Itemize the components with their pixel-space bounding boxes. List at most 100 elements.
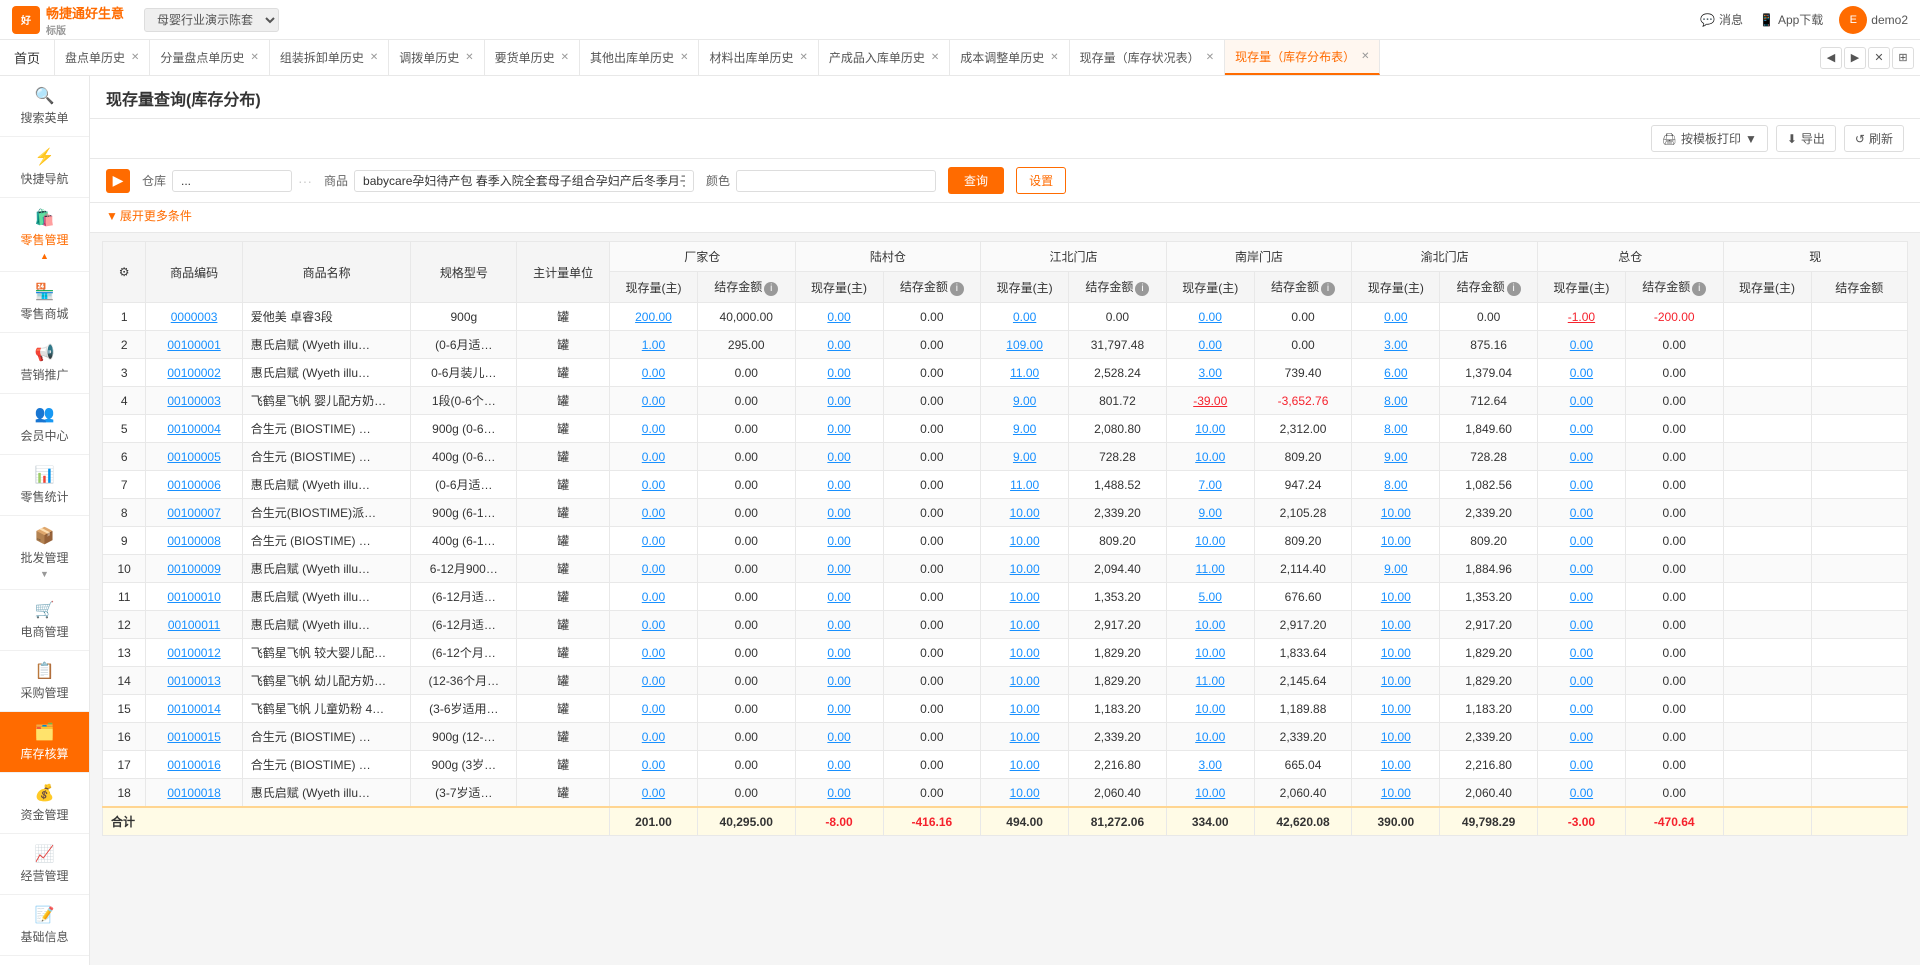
warehouse-input[interactable] bbox=[172, 170, 292, 192]
code-link[interactable]: 00100004 bbox=[167, 422, 220, 436]
sidebar-item-system-mgmt[interactable]: ⚙️ 系统管理 bbox=[0, 956, 89, 965]
info-icon[interactable]: i bbox=[764, 282, 778, 296]
sidebar-item-marketing[interactable]: 📢 营销推广 bbox=[0, 333, 89, 394]
app-download-btn[interactable]: 📱 App下载 bbox=[1759, 11, 1823, 28]
product-input[interactable] bbox=[354, 170, 694, 192]
code-link[interactable]: 00100018 bbox=[167, 786, 220, 800]
nav-tab-分量盘点单历史[interactable]: 分量盘点单历史 ✕ bbox=[150, 40, 269, 75]
sidebar-item-operation[interactable]: 📈 经营管理 bbox=[0, 834, 89, 895]
setting-btn[interactable]: 设置 bbox=[1016, 167, 1066, 194]
code-link[interactable]: 00100010 bbox=[167, 590, 220, 604]
cell-w3-money: 809.20 bbox=[1069, 527, 1167, 555]
industry-selector[interactable]: 母婴行业演示陈套 bbox=[144, 8, 279, 32]
cell-w5-money: 1,183.20 bbox=[1440, 695, 1538, 723]
cell-name: 惠氏启赋 (Wyeth illu… bbox=[242, 471, 411, 499]
cell-w1-money: 0.00 bbox=[697, 471, 795, 499]
code-link[interactable]: 00100014 bbox=[167, 702, 220, 716]
sidebar-item-inventory[interactable]: 🗂️ 库存核算 bbox=[0, 712, 89, 773]
toolbar: 🖨 按模板打印 ▼ ⬇ 导出 ↺ 刷新 bbox=[90, 119, 1920, 159]
sidebar-item-retail-stats[interactable]: 📊 零售统计 bbox=[0, 455, 89, 516]
sidebar-item-retail-mgmt[interactable]: 🛍️ 零售管理 ▲ bbox=[0, 198, 89, 272]
close-tab-icon[interactable]: ✕ bbox=[250, 52, 258, 63]
cell-w2-stock: 0.00 bbox=[795, 443, 883, 471]
cell-total-money: 0.00 bbox=[1625, 331, 1723, 359]
nav-tab-现存量库存分布表[interactable]: 现存量（库存分布表） ✕ bbox=[1225, 40, 1380, 75]
sidebar-item-shortcut[interactable]: ⚡ 快捷导航 bbox=[0, 137, 89, 198]
sidebar-item-search[interactable]: 🔍 搜索英单 bbox=[0, 76, 89, 137]
close-tab-icon[interactable]: ✕ bbox=[131, 52, 139, 63]
expand-conditions-btn[interactable]: ▼ 展开更多条件 bbox=[106, 207, 1904, 224]
export-btn[interactable]: ⬇ 导出 bbox=[1776, 125, 1836, 152]
th-w3-stock: 现存量(主) bbox=[981, 272, 1069, 303]
close-tab-icon[interactable]: ✕ bbox=[799, 52, 807, 63]
code-link[interactable]: 0000003 bbox=[171, 310, 218, 324]
sidebar-item-basic-info[interactable]: 📝 基础信息 bbox=[0, 895, 89, 956]
cell-w3-money: 31,797.48 bbox=[1069, 331, 1167, 359]
nav-prev-btn[interactable]: ◀ bbox=[1820, 47, 1842, 69]
info-icon[interactable]: i bbox=[1692, 282, 1706, 296]
nav-tab-调拨单历史[interactable]: 调拨单历史 ✕ bbox=[389, 40, 484, 75]
purchase-icon: 📋 bbox=[35, 661, 55, 681]
code-link[interactable]: 00100008 bbox=[167, 534, 220, 548]
code-link[interactable]: 00100003 bbox=[167, 394, 220, 408]
nav-tab-产成品入库单历史[interactable]: 产成品入库单历史 ✕ bbox=[819, 40, 950, 75]
th-settings[interactable]: ⚙ bbox=[103, 242, 146, 303]
close-tab-icon[interactable]: ✕ bbox=[465, 52, 473, 63]
code-link[interactable]: 00100012 bbox=[167, 646, 220, 660]
code-link[interactable]: 00100015 bbox=[167, 730, 220, 744]
nav-tab-成本调整单历史[interactable]: 成本调整单历史 ✕ bbox=[950, 40, 1069, 75]
close-tab-icon[interactable]: ✕ bbox=[1361, 51, 1369, 62]
code-link[interactable]: 00100007 bbox=[167, 506, 220, 520]
sidebar-item-ecommerce[interactable]: 🛒 电商管理 bbox=[0, 590, 89, 651]
nav-tab-其他出库单历史[interactable]: 其他出库单历史 ✕ bbox=[580, 40, 699, 75]
nav-close-btn[interactable]: ✕ bbox=[1868, 47, 1890, 69]
user-menu[interactable]: E demo2 bbox=[1839, 6, 1908, 34]
nav-tab-材料出库单历史[interactable]: 材料出库单历史 ✕ bbox=[699, 40, 818, 75]
sidebar-item-wholesale-mgmt[interactable]: 📦 批发管理 ▼ bbox=[0, 516, 89, 590]
summary-label: 合计 bbox=[103, 807, 610, 836]
close-tab-icon[interactable]: ✕ bbox=[931, 52, 939, 63]
cell-spec: (0-6月适… bbox=[411, 471, 517, 499]
code-link[interactable]: 00100016 bbox=[167, 758, 220, 772]
filter-toggle-btn[interactable]: ▶ bbox=[106, 169, 130, 193]
print-btn[interactable]: 🖨 按模板打印 ▼ bbox=[1651, 125, 1768, 152]
code-link[interactable]: 00100013 bbox=[167, 674, 220, 688]
nav-tab-组装拆卸单历史[interactable]: 组装拆卸单历史 ✕ bbox=[270, 40, 389, 75]
info-icon[interactable]: i bbox=[1135, 282, 1149, 296]
nav-home[interactable]: 首页 bbox=[0, 40, 55, 75]
info-icon[interactable]: i bbox=[1507, 282, 1521, 296]
cell-total-stock: 0.00 bbox=[1537, 527, 1625, 555]
sidebar-item-retail-shop[interactable]: 🏪 零售商城 bbox=[0, 272, 89, 333]
color-input[interactable] bbox=[736, 170, 936, 192]
query-btn[interactable]: 查询 bbox=[948, 167, 1004, 194]
close-tab-icon[interactable]: ✕ bbox=[680, 52, 688, 63]
refresh-btn[interactable]: ↺ 刷新 bbox=[1844, 125, 1904, 152]
info-icon[interactable]: i bbox=[1321, 282, 1335, 296]
sidebar-item-finance[interactable]: 💰 资金管理 bbox=[0, 773, 89, 834]
code-link[interactable]: 00100011 bbox=[168, 618, 221, 632]
cell-w3-money: 1,829.20 bbox=[1069, 667, 1167, 695]
th-w3-money: 结存金额i bbox=[1069, 272, 1167, 303]
nav-tab-现存量库存状况表[interactable]: 现存量（库存状况表） ✕ bbox=[1070, 40, 1225, 75]
code-link[interactable]: 00100006 bbox=[167, 478, 220, 492]
close-tab-icon[interactable]: ✕ bbox=[1206, 52, 1214, 63]
cell-current-money bbox=[1811, 779, 1908, 808]
code-link[interactable]: 00100005 bbox=[167, 450, 220, 464]
nav-tab-要货单历史[interactable]: 要货单历史 ✕ bbox=[485, 40, 580, 75]
nav-next-btn[interactable]: ▶ bbox=[1844, 47, 1866, 69]
close-tab-icon[interactable]: ✕ bbox=[370, 52, 378, 63]
code-link[interactable]: 00100009 bbox=[167, 562, 220, 576]
cell-w2-money: 0.00 bbox=[883, 751, 981, 779]
sidebar-item-member-center[interactable]: 👥 会员中心 bbox=[0, 394, 89, 455]
close-tab-icon[interactable]: ✕ bbox=[561, 52, 569, 63]
info-icon[interactable]: i bbox=[950, 282, 964, 296]
cell-spec: (3-7岁适… bbox=[411, 779, 517, 808]
code-link[interactable]: 00100001 bbox=[167, 338, 220, 352]
export-label: 导出 bbox=[1801, 130, 1825, 147]
close-tab-icon[interactable]: ✕ bbox=[1050, 52, 1058, 63]
sidebar-item-purchase[interactable]: 📋 采购管理 bbox=[0, 651, 89, 712]
nav-tab-盘点单历史[interactable]: 盘点单历史 ✕ bbox=[55, 40, 150, 75]
message-btn[interactable]: 💬 消息 bbox=[1700, 11, 1743, 28]
code-link[interactable]: 00100002 bbox=[167, 366, 220, 380]
nav-menu-btn[interactable]: ⊞ bbox=[1892, 47, 1914, 69]
